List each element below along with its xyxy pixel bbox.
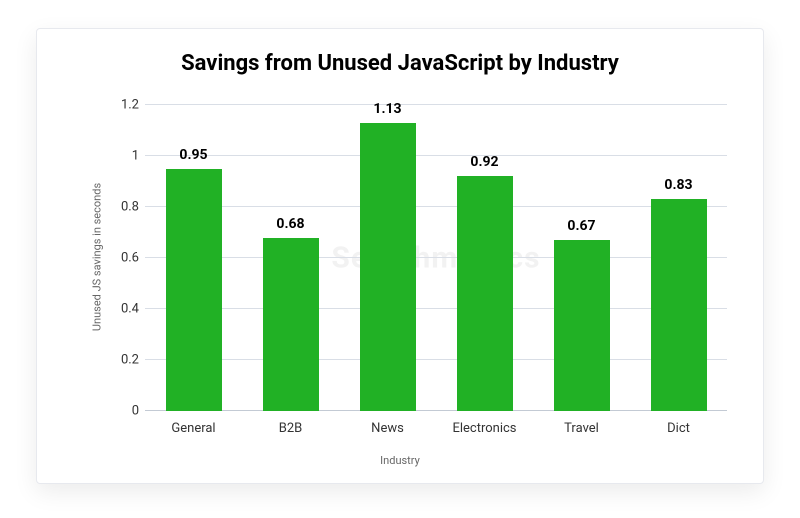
chart-card: Savings from Unused JavaScript by Indust… [36,28,764,484]
bar: 0.83 [651,199,707,411]
y-tick-label: 0.2 [121,353,139,368]
gridline: 0.4 [145,308,727,309]
x-tick-label: B2B [279,421,303,436]
chart-title: Savings from Unused JavaScript by Indust… [37,51,763,76]
bar-value-label: 0.67 [567,218,595,234]
bar: 0.95 [166,169,222,411]
plot-area: Searchmetrics 00.20.40.60.811.20.95Gener… [145,105,727,411]
y-tick-label: 0 [132,404,139,419]
bar: 0.68 [263,238,319,411]
gridline: 0 [145,410,727,411]
x-tick-label: Dict [667,421,690,436]
bar: 0.92 [457,176,513,411]
bar-value-label: 0.68 [276,216,304,232]
bar: 1.13 [360,123,416,411]
gridline: 1.2 [145,104,727,105]
bar-value-label: 1.13 [373,101,401,117]
y-axis-label: Unused JS savings in seconds [91,183,104,331]
bar: 0.67 [554,240,610,411]
gridline: 0.2 [145,359,727,360]
bar-value-label: 0.83 [664,177,692,193]
bar-value-label: 0.92 [470,154,498,170]
gridline: 1 [145,155,727,156]
y-tick-label: 1.2 [121,98,139,113]
x-axis-label: Industry [37,454,763,467]
gridline: 0.6 [145,257,727,258]
y-tick-label: 0.4 [121,302,139,317]
y-tick-label: 1 [132,149,139,164]
x-tick-label: General [171,421,215,436]
bar-value-label: 0.95 [179,147,207,163]
x-tick-label: Travel [564,421,599,436]
y-tick-label: 0.8 [121,200,139,215]
y-tick-label: 0.6 [121,251,139,266]
x-tick-label: News [371,421,404,436]
gridline: 0.8 [145,206,727,207]
x-tick-label: Electronics [452,421,516,436]
